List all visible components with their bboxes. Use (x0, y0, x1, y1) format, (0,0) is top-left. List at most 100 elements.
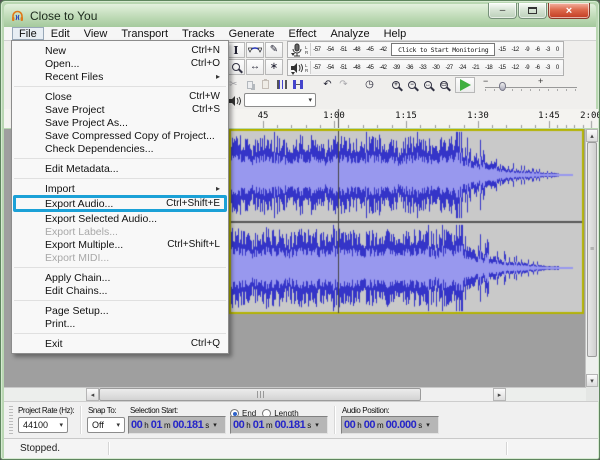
menu-item-edit-chains[interactable]: Edit Chains... (12, 284, 228, 297)
chevron-down-icon[interactable]: ▾ (213, 421, 217, 429)
menu-item-new[interactable]: New Ctrl+N (12, 44, 228, 57)
meter-channel-labels: LR (305, 44, 309, 55)
hscroll-thumb[interactable] (99, 388, 421, 401)
time-unit: h (144, 420, 149, 430)
selection-tool-button[interactable]: I (227, 42, 245, 58)
menu-item-save-project-as[interactable]: Save Project As... (12, 116, 228, 129)
menu-item-check-dependencies[interactable]: Check Dependencies... (12, 142, 228, 155)
toolbar-grip[interactable] (9, 406, 13, 434)
scroll-right-icon[interactable]: ▸ (493, 388, 506, 401)
draw-tool-icon: ✎ (269, 44, 279, 55)
vertical-scrollbar[interactable]: ▴ ≡ ▾ (585, 129, 598, 387)
menu-item-close[interactable]: Close Ctrl+W (12, 90, 228, 103)
paste-icon (262, 79, 269, 89)
menu-item-label: Apply Chain... (45, 271, 111, 284)
titlebar[interactable]: Close to You – × (4, 3, 596, 27)
scroll-down-icon[interactable]: ▾ (586, 374, 598, 387)
menu-item-print[interactable]: Print... (12, 317, 228, 330)
menu-item-open[interactable]: Open... Ctrl+O (12, 57, 228, 70)
time-digits: 00 (131, 419, 143, 431)
hscroll-track[interactable] (421, 388, 493, 401)
play-at-speed-button[interactable] (455, 77, 475, 93)
menu-item-exit[interactable]: Exit Ctrl+Q (12, 337, 228, 350)
edit-toolbar: ✂ ↶ ↷ ◷ + − ↔ ▭ (225, 77, 451, 93)
undo-button[interactable]: ↶ (320, 77, 335, 92)
menu-item-label: Save Project As... (45, 116, 128, 129)
selection-toolbar: Project Rate (Hz): 44100 ▾ Snap To: Off … (4, 401, 598, 438)
menu-item-export-selected-audio[interactable]: Export Selected Audio... (12, 212, 228, 225)
meter-scale: -57-54-51-48-45-42-39-36-33-30-27-24-21-… (310, 61, 563, 74)
scroll-left-icon[interactable]: ◂ (86, 388, 99, 401)
menu-item-label: Save Project (45, 103, 105, 116)
zoom-out-button[interactable]: − (404, 77, 419, 92)
timeshift-tool-button[interactable]: ↔ (246, 59, 264, 75)
fit-project-button[interactable]: ▭ (436, 77, 451, 92)
envelope-tool-button[interactable] (246, 42, 264, 58)
scroll-up-icon[interactable]: ▴ (586, 129, 598, 142)
speaker-icon (290, 61, 304, 75)
playback-meter[interactable]: L R -57 -54 -51 -48 -45 -42 -39 -36 -33 -30 -27 -24 -2… (287, 59, 564, 76)
slider-thumb[interactable] (499, 82, 506, 91)
audio-position-field[interactable]: 00 h 00 m 00.000 s ▾ (341, 416, 439, 434)
group-divider (334, 406, 335, 434)
menu-item-label: Print... (45, 317, 76, 330)
microphone-icon (290, 43, 304, 57)
fit-selection-button[interactable]: ↔ (420, 77, 435, 92)
menubar-item-transport[interactable]: Transport (114, 27, 175, 40)
paste-button (258, 77, 273, 92)
recording-meter[interactable]: LR-57-54-51-48-45-42-39-36-33-30-27-24-2… (287, 41, 564, 58)
menu-item-save-project[interactable]: Save Project Ctrl+S (12, 103, 228, 116)
zoom-in-button[interactable]: + (388, 77, 403, 92)
zoom-tool-button[interactable] (227, 59, 245, 75)
playback-speed-slider[interactable]: − + (483, 76, 579, 93)
selection-end-field[interactable]: 00 h 01 m 00.181 s ▾ (230, 416, 328, 434)
chevron-down-icon[interactable]: ▾ (426, 421, 430, 429)
menubar-item-analyze[interactable]: Analyze (323, 27, 376, 40)
draw-tool-button[interactable]: ✎ (265, 42, 283, 58)
time-digits: 00 (344, 419, 356, 431)
snap-to-select[interactable]: Off ▾ (87, 417, 125, 433)
monitoring-tooltip[interactable]: Click to Start Monitoring (391, 43, 496, 56)
menu-item-export-multiple[interactable]: Export Multiple... Ctrl+Shift+L (12, 238, 228, 251)
menu-item-apply-chain[interactable]: Apply Chain... (12, 271, 228, 284)
chevron-down-icon[interactable]: ▾ (315, 421, 319, 429)
menubar-item-help[interactable]: Help (377, 27, 414, 40)
menu-item-shortcut: Ctrl+N (191, 45, 220, 56)
time-unit: h (357, 420, 362, 430)
project-rate-select[interactable]: 44100 ▾ (18, 417, 68, 433)
menubar-item-edit[interactable]: Edit (44, 27, 77, 40)
stereo-waveform[interactable] (229, 129, 585, 315)
menubar-item-view[interactable]: View (77, 27, 115, 40)
menubar-item-file[interactable]: File (12, 27, 44, 40)
trim-button[interactable] (274, 77, 289, 92)
synclock-clock-button[interactable]: ◷ (362, 77, 377, 92)
menu-item-page-setup[interactable]: Page Setup... (12, 304, 228, 317)
menu-separator (14, 300, 226, 301)
project-rate-label: Project Rate (Hz): (18, 406, 75, 415)
menu-item-edit-metadata[interactable]: Edit Metadata... (12, 162, 228, 175)
fit-project-icon: ▭ (439, 80, 448, 89)
maximize-button[interactable] (518, 3, 547, 19)
status-bar: Stopped. (4, 438, 598, 458)
silence-button[interactable] (290, 77, 305, 92)
menubar-item-generate[interactable]: Generate (222, 27, 282, 40)
redo-button: ↷ (336, 77, 351, 92)
menu-item-recent-files[interactable]: Recent Files ▸ (12, 70, 228, 83)
minimize-button[interactable]: – (488, 3, 517, 19)
menu-item-import[interactable]: Import ▸ (12, 182, 228, 195)
close-icon: × (565, 4, 573, 17)
maximize-icon (528, 7, 537, 14)
menu-item-export-audio[interactable]: Export Audio... Ctrl+Shift+E (12, 195, 228, 212)
menubar-item-effect[interactable]: Effect (282, 27, 324, 40)
selection-start-field[interactable]: 00 h 01 m 00.181 s ▾ (128, 416, 226, 434)
menubar-item-tracks[interactable]: Tracks (175, 27, 222, 40)
time-digits: 01 (150, 419, 163, 431)
menu-item-save-compressed-copy-of-project[interactable]: Save Compressed Copy of Project... (12, 129, 228, 142)
time-digits: 00.000 (385, 419, 417, 431)
menu-separator (14, 267, 226, 268)
output-device-select[interactable]: ▾ (244, 93, 316, 107)
horizontal-scrollbar[interactable]: ◂ ▸ (86, 388, 506, 401)
multi-tool-button[interactable]: ∗ (265, 59, 283, 75)
vscroll-thumb[interactable]: ≡ (587, 142, 597, 357)
close-button[interactable]: × (548, 3, 590, 19)
